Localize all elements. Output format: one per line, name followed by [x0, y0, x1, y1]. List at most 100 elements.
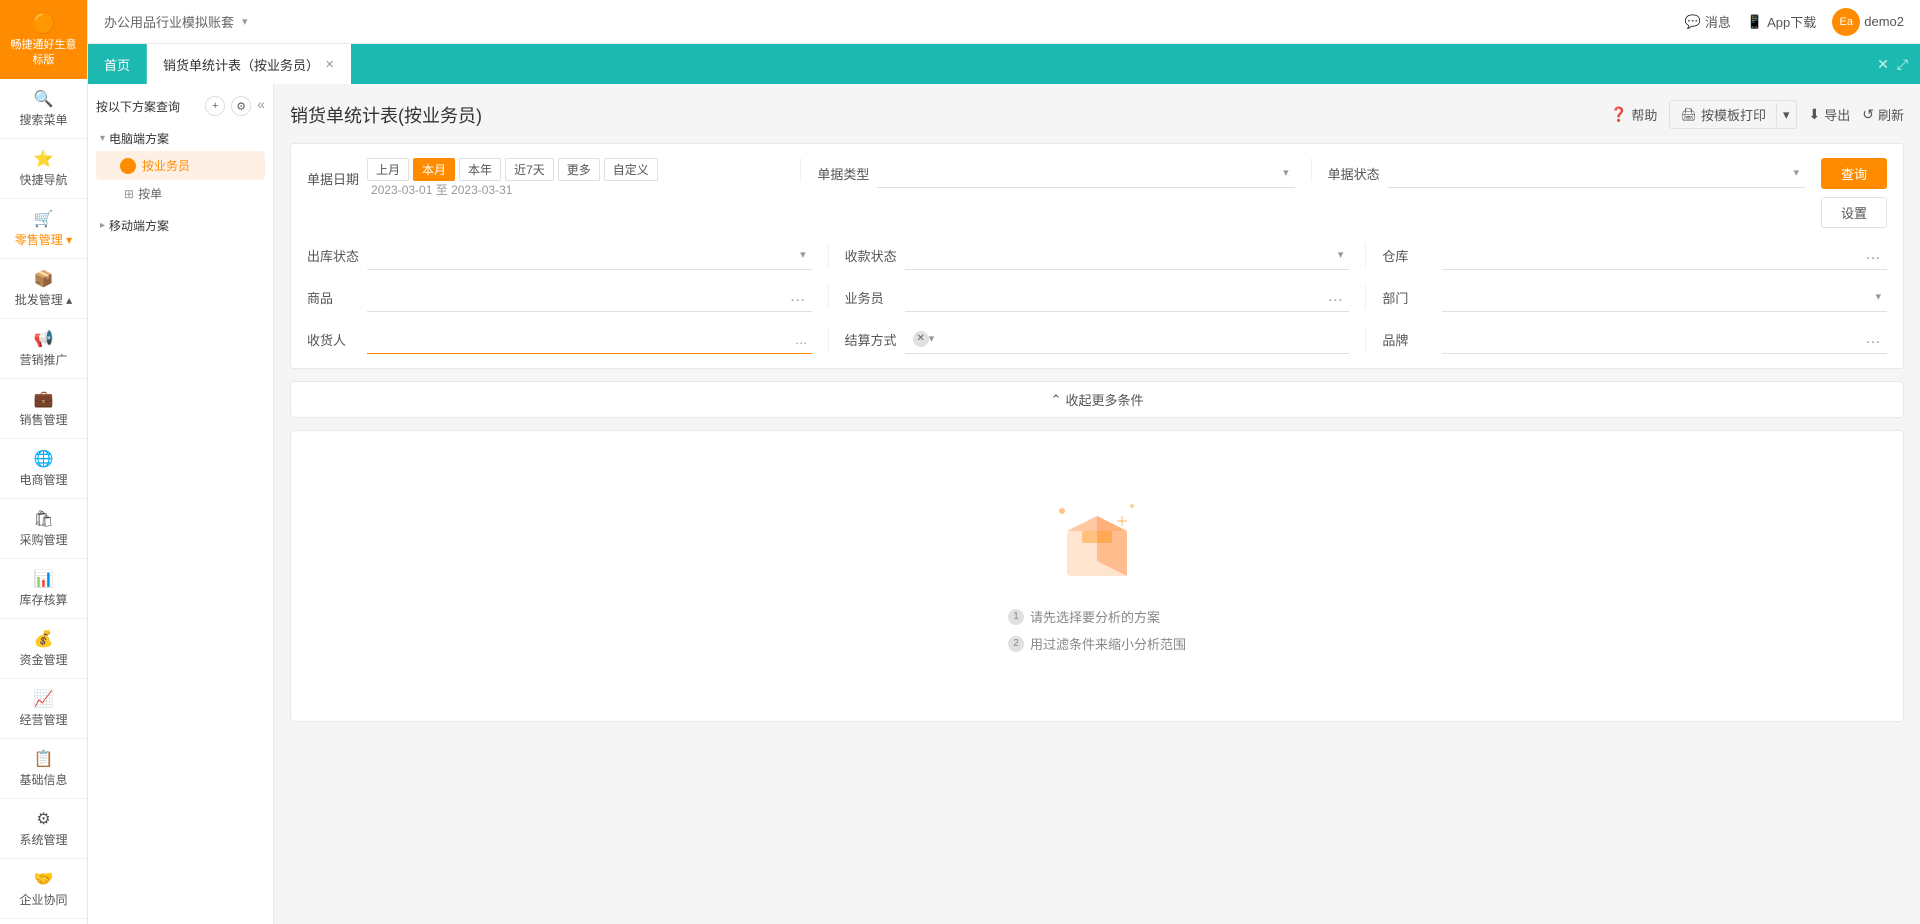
sidebar-item-purchase[interactable]: 🛍 采购管理 [0, 499, 87, 559]
tree-section-mobile-header[interactable]: ▸ 移动端方案 [96, 213, 265, 238]
separator-2 [1311, 158, 1312, 182]
sidebar-item-search[interactable]: 🔍 搜索菜单 [0, 79, 87, 139]
goods-dropdown[interactable]: … [367, 282, 812, 312]
download-icon: 📱 [1747, 14, 1763, 30]
brand-dropdown[interactable]: … [1442, 324, 1887, 354]
message-btn[interactable]: 💬 消息 [1685, 12, 1731, 31]
consignee-input[interactable] [367, 324, 812, 354]
tree-item-salesperson[interactable]: 员 按业务员 [96, 151, 265, 180]
date-btn-custom[interactable]: 自定义 [604, 158, 658, 181]
consignee-dots-icon[interactable]: … [795, 332, 808, 347]
department-dropdown[interactable]: ▾ [1442, 282, 1887, 312]
date-buttons-group: 上月 本月 本年 近7天 更多 自定义 2023-03-01 至 2023-03… [367, 158, 658, 198]
help-btn[interactable]: ❓ 帮助 [1610, 105, 1657, 124]
query-btn[interactable]: 查询 [1821, 158, 1887, 189]
help-icon: ❓ [1610, 106, 1627, 123]
retail-arrow-icon: ▾ [66, 233, 72, 247]
tree-section-desktop-header[interactable]: ▾ 电脑端方案 [96, 126, 265, 151]
print-btn[interactable]: 🖨 按模板打印 ▾ [1669, 100, 1796, 129]
tab-home[interactable]: 首页 [88, 44, 147, 84]
sidebar-item-retail[interactable]: 🛒 零售管理 ▾ [0, 199, 87, 259]
settlement-dropdown[interactable]: ✕ ▾ [905, 324, 1350, 354]
brand-dots-icon[interactable]: … [1865, 330, 1881, 348]
paymentstatus-dropdown[interactable]: ▾ [905, 240, 1350, 270]
settings-btn[interactable]: 设置 [1821, 197, 1887, 228]
filter-goods: 商品 … [307, 282, 812, 312]
date-btn-more[interactable]: 更多 [558, 158, 600, 181]
tab-sales-summary[interactable]: 销货单统计表（按业务员） ✕ [147, 44, 351, 84]
sidebar-item-basics[interactable]: 📋 基础信息 [0, 739, 87, 799]
inventory-icon: 📊 [5, 569, 82, 589]
empty-hint-2: 2 用过滤条件来缩小分析范围 [1008, 634, 1186, 653]
sidebar-item-newuser[interactable]: 🌟 新手引导 [0, 919, 87, 924]
tab-close-icon[interactable]: ✕ [325, 58, 334, 71]
wholesale-arrow-icon: ▴ [66, 293, 72, 307]
user-avatar-btn[interactable]: Ea demo2 [1832, 8, 1904, 36]
sidebar-item-marketing[interactable]: 📢 营销推广 [0, 319, 87, 379]
ecommerce-icon: 🌐 [5, 449, 82, 469]
date-btn-thisyear[interactable]: 本年 [459, 158, 501, 181]
current-account[interactable]: 办公用品行业模拟账套 [104, 12, 234, 31]
app-logo[interactable]: 🟠 畅捷通好生意 标版 [0, 0, 87, 79]
refresh-btn[interactable]: ↺ 刷新 [1862, 105, 1904, 124]
sidebar-item-wholesale[interactable]: 📦 批发管理 ▴ [0, 259, 87, 319]
sidebar-item-system[interactable]: ⚙ 系统管理 [0, 799, 87, 859]
salesperson-dots-icon[interactable]: … [1327, 288, 1343, 306]
warehouse-label: 仓库 [1382, 246, 1434, 265]
salesperson-scheme-icon: 员 [120, 158, 136, 174]
left-panel-header: 按以下方案查询 + ⚙ « [96, 96, 265, 116]
settlement-clear-btn[interactable]: ✕ [913, 331, 929, 347]
date-btn-thismonth[interactable]: 本月 [413, 158, 455, 181]
sidebar-item-finance[interactable]: 💰 资金管理 [0, 619, 87, 679]
doctype-dropdown[interactable]: ▾ [877, 158, 1294, 188]
scheme-settings-btn[interactable]: ⚙ [231, 96, 251, 116]
stockstatus-arrow-icon: ▾ [800, 248, 806, 261]
left-panel: 按以下方案查询 + ⚙ « ▾ 电脑端方案 员 [88, 84, 274, 924]
goods-dots-icon[interactable]: … [790, 288, 806, 306]
docstatus-dropdown[interactable]: ▾ [1388, 158, 1805, 188]
refresh-icon: ↺ [1862, 106, 1874, 123]
collapse-panel-btn[interactable]: « [257, 96, 265, 116]
separator-6 [1365, 285, 1366, 309]
sidebar-item-ecommerce-label: 电商管理 [19, 473, 67, 487]
sidebar-item-quicknav[interactable]: ⭐ 快捷导航 [0, 139, 87, 199]
empty-hint-1: 1 请先选择要分析的方案 [1008, 607, 1186, 626]
tree-sub-item-byorder[interactable]: ⊞ 按单 [96, 180, 265, 207]
export-icon: ⬇ [1809, 106, 1821, 123]
date-range-text: 2023-03-01 至 2023-03-31 [371, 181, 658, 198]
hint-text-2: 用过滤条件来缩小分析范围 [1030, 634, 1186, 653]
sidebar-item-sales[interactable]: 💼 销售管理 [0, 379, 87, 439]
export-btn[interactable]: ⬇ 导出 [1809, 105, 1851, 124]
doctype-label: 单据类型 [817, 164, 869, 183]
help-label: 帮助 [1631, 105, 1657, 124]
account-dropdown-icon[interactable]: ▾ [242, 15, 248, 28]
tab-close-btn[interactable]: ✕ [1877, 56, 1889, 73]
empty-illustration [1047, 491, 1147, 591]
add-scheme-btn[interactable]: + [205, 96, 225, 116]
app-download-btn[interactable]: 📱 App下载 [1747, 12, 1816, 31]
sidebar-item-operations[interactable]: 📈 经营管理 [0, 679, 87, 739]
logo-icon: 🟠 [8, 10, 79, 38]
print-dropdown-arrow[interactable]: ▾ [1776, 103, 1796, 127]
sidebar-item-inventory[interactable]: 📊 库存核算 [0, 559, 87, 619]
tab-expand-btn[interactable]: ⤢ [1897, 56, 1908, 73]
app-name: 畅捷通好生意 [11, 39, 77, 51]
user-name: demo2 [1864, 14, 1904, 29]
warehouse-dots-icon[interactable]: … [1865, 246, 1881, 264]
tabbar: 首页 销货单统计表（按业务员） ✕ ✕ ⤢ [88, 44, 1920, 84]
sidebar-item-finance-label: 资金管理 [19, 653, 67, 667]
salesperson-dropdown[interactable]: … [905, 282, 1350, 312]
date-btn-lastmonth[interactable]: 上月 [367, 158, 409, 181]
empty-state-hints: 1 请先选择要分析的方案 2 用过滤条件来缩小分析范围 [1008, 607, 1186, 661]
date-btn-last7days[interactable]: 近7天 [505, 158, 554, 181]
sidebar-item-ecommerce[interactable]: 🌐 电商管理 [0, 439, 87, 499]
collapse-more-btn[interactable]: ⌃ 收起更多条件 [290, 381, 1904, 418]
sidebar-item-enterprise[interactable]: 🤝 企业协同 [0, 859, 87, 919]
stockstatus-dropdown[interactable]: ▾ [367, 240, 812, 270]
print-icon: 🖨 [1680, 107, 1697, 123]
print-main[interactable]: 🖨 按模板打印 [1670, 101, 1776, 128]
message-icon: 💬 [1685, 14, 1701, 30]
department-label: 部门 [1382, 288, 1434, 307]
date-label: 单据日期 [307, 169, 359, 188]
warehouse-dropdown[interactable]: … [1442, 240, 1887, 270]
